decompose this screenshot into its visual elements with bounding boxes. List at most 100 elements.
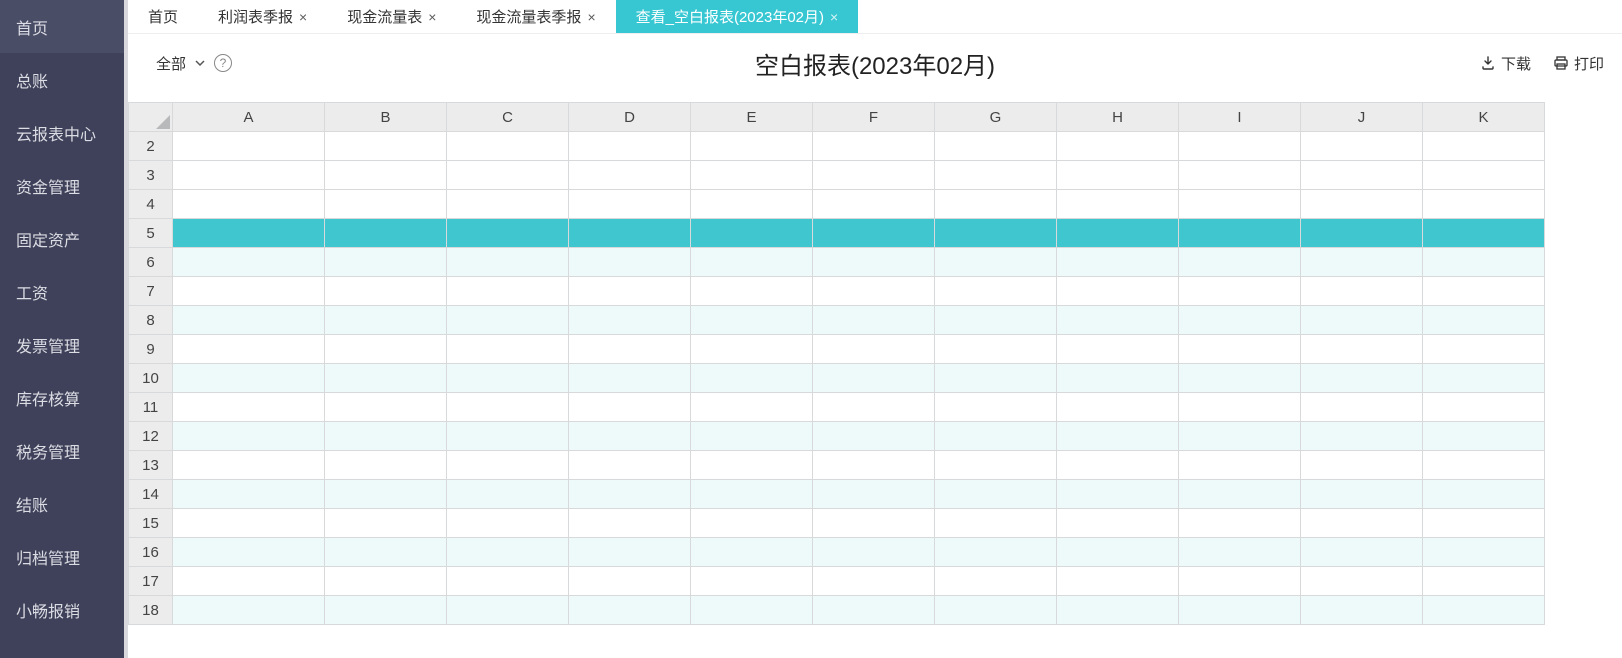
cell-J15[interactable]: [1301, 509, 1423, 538]
column-header-D[interactable]: D: [569, 103, 691, 132]
cell-F16[interactable]: [813, 538, 935, 567]
cell-I11[interactable]: [1179, 393, 1301, 422]
cell-C7[interactable]: [447, 277, 569, 306]
print-button[interactable]: 打印: [1553, 53, 1604, 74]
cell-G10[interactable]: [935, 364, 1057, 393]
cell-D7[interactable]: [569, 277, 691, 306]
cell-E15[interactable]: [691, 509, 813, 538]
cell-K12[interactable]: [1423, 422, 1545, 451]
cell-G12[interactable]: [935, 422, 1057, 451]
cell-A9[interactable]: [173, 335, 325, 364]
cell-C11[interactable]: [447, 393, 569, 422]
cell-E7[interactable]: [691, 277, 813, 306]
cell-H7[interactable]: [1057, 277, 1179, 306]
cell-A13[interactable]: [173, 451, 325, 480]
cell-H12[interactable]: [1057, 422, 1179, 451]
row-header-17[interactable]: 17: [129, 567, 173, 596]
cell-J12[interactable]: [1301, 422, 1423, 451]
cell-F14[interactable]: [813, 480, 935, 509]
cell-D11[interactable]: [569, 393, 691, 422]
cell-D12[interactable]: [569, 422, 691, 451]
cell-C5[interactable]: [447, 219, 569, 248]
row-header-5[interactable]: 5: [129, 219, 173, 248]
cell-B13[interactable]: [325, 451, 447, 480]
cell-F12[interactable]: [813, 422, 935, 451]
cell-A11[interactable]: [173, 393, 325, 422]
cell-F5[interactable]: [813, 219, 935, 248]
cell-D16[interactable]: [569, 538, 691, 567]
cell-A12[interactable]: [173, 422, 325, 451]
sidebar-item-3[interactable]: 资金管理: [0, 159, 124, 212]
cell-I2[interactable]: [1179, 132, 1301, 161]
cell-B9[interactable]: [325, 335, 447, 364]
cell-C14[interactable]: [447, 480, 569, 509]
cell-C10[interactable]: [447, 364, 569, 393]
cell-J7[interactable]: [1301, 277, 1423, 306]
cell-H6[interactable]: [1057, 248, 1179, 277]
cell-C8[interactable]: [447, 306, 569, 335]
cell-J6[interactable]: [1301, 248, 1423, 277]
cell-J16[interactable]: [1301, 538, 1423, 567]
tab-4[interactable]: 查看_空白报表(2023年02月)×: [616, 0, 859, 33]
tab-0[interactable]: 首页: [128, 0, 198, 33]
cell-E4[interactable]: [691, 190, 813, 219]
cell-I16[interactable]: [1179, 538, 1301, 567]
cell-C13[interactable]: [447, 451, 569, 480]
cell-F4[interactable]: [813, 190, 935, 219]
cell-F10[interactable]: [813, 364, 935, 393]
cell-K2[interactable]: [1423, 132, 1545, 161]
cell-D10[interactable]: [569, 364, 691, 393]
cell-C18[interactable]: [447, 596, 569, 625]
cell-E5[interactable]: [691, 219, 813, 248]
cell-K6[interactable]: [1423, 248, 1545, 277]
cell-G11[interactable]: [935, 393, 1057, 422]
cell-A15[interactable]: [173, 509, 325, 538]
cell-G17[interactable]: [935, 567, 1057, 596]
cell-I14[interactable]: [1179, 480, 1301, 509]
cell-E2[interactable]: [691, 132, 813, 161]
column-header-I[interactable]: I: [1179, 103, 1301, 132]
cell-H11[interactable]: [1057, 393, 1179, 422]
cell-F7[interactable]: [813, 277, 935, 306]
cell-C16[interactable]: [447, 538, 569, 567]
filter-dropdown[interactable]: 全部 ?: [156, 53, 232, 74]
column-header-C[interactable]: C: [447, 103, 569, 132]
cell-D14[interactable]: [569, 480, 691, 509]
row-header-18[interactable]: 18: [129, 596, 173, 625]
cell-J3[interactable]: [1301, 161, 1423, 190]
cell-A3[interactable]: [173, 161, 325, 190]
cell-D3[interactable]: [569, 161, 691, 190]
cell-B6[interactable]: [325, 248, 447, 277]
cell-D17[interactable]: [569, 567, 691, 596]
cell-E10[interactable]: [691, 364, 813, 393]
cell-I5[interactable]: [1179, 219, 1301, 248]
cell-H13[interactable]: [1057, 451, 1179, 480]
cell-K8[interactable]: [1423, 306, 1545, 335]
cell-J5[interactable]: [1301, 219, 1423, 248]
cell-G9[interactable]: [935, 335, 1057, 364]
cell-G13[interactable]: [935, 451, 1057, 480]
cell-J18[interactable]: [1301, 596, 1423, 625]
cell-I9[interactable]: [1179, 335, 1301, 364]
cell-E9[interactable]: [691, 335, 813, 364]
cell-K14[interactable]: [1423, 480, 1545, 509]
cell-G6[interactable]: [935, 248, 1057, 277]
cell-D15[interactable]: [569, 509, 691, 538]
cell-I7[interactable]: [1179, 277, 1301, 306]
cell-E11[interactable]: [691, 393, 813, 422]
row-header-13[interactable]: 13: [129, 451, 173, 480]
cell-A14[interactable]: [173, 480, 325, 509]
cell-H15[interactable]: [1057, 509, 1179, 538]
sidebar-item-7[interactable]: 库存核算: [0, 371, 124, 424]
row-header-14[interactable]: 14: [129, 480, 173, 509]
cell-G2[interactable]: [935, 132, 1057, 161]
row-header-2[interactable]: 2: [129, 132, 173, 161]
row-header-6[interactable]: 6: [129, 248, 173, 277]
cell-C3[interactable]: [447, 161, 569, 190]
cell-J10[interactable]: [1301, 364, 1423, 393]
sidebar-item-6[interactable]: 发票管理: [0, 318, 124, 371]
column-header-E[interactable]: E: [691, 103, 813, 132]
cell-D6[interactable]: [569, 248, 691, 277]
cell-C4[interactable]: [447, 190, 569, 219]
cell-B16[interactable]: [325, 538, 447, 567]
